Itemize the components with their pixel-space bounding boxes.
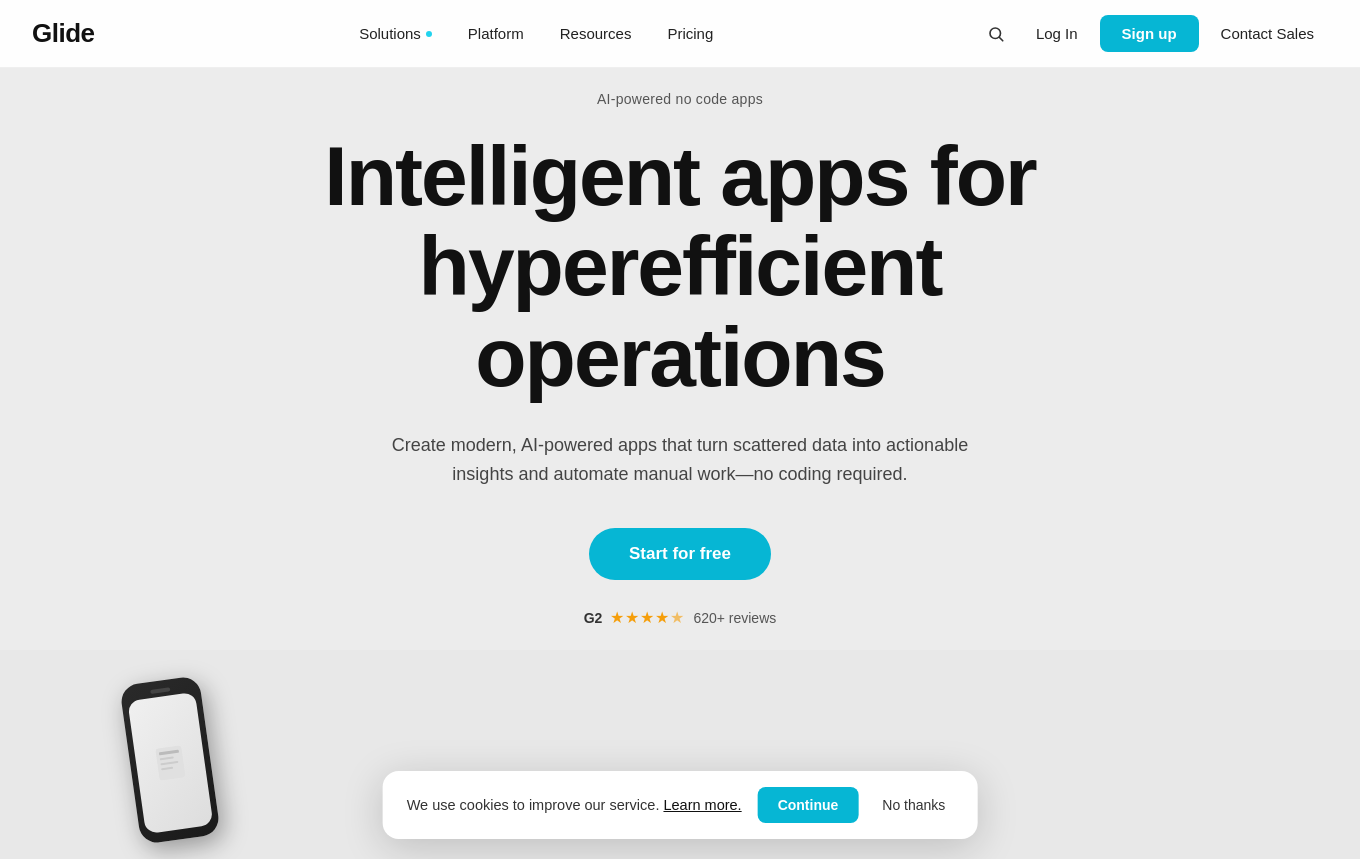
cookie-continue-button[interactable]: Continue [758,787,859,823]
solutions-dot-icon [426,31,432,37]
cookie-banner: We use cookies to improve our service. L… [383,771,978,839]
phone-body [119,675,220,845]
login-button[interactable]: Log In [1022,17,1092,50]
cookie-message: We use cookies to improve our service. L… [407,797,742,813]
nav-item-platform[interactable]: Platform [454,17,538,50]
hero-eyebrow: AI-powered no code apps [597,91,763,107]
hero-title: Intelligent apps for hyperefficient oper… [230,131,1130,403]
contact-sales-button[interactable]: Contact Sales [1207,17,1328,50]
logo[interactable]: Glide [32,18,95,49]
phone-screen [127,692,213,834]
logo-text: Glide [32,18,95,49]
rating-source: G2 [584,610,603,626]
signup-button[interactable]: Sign up [1100,15,1199,52]
nav-center: Solutions Platform Resources Pricing [345,17,727,50]
hero-subtitle: Create modern, AI-powered apps that turn… [360,431,1000,489]
hero-section: AI-powered no code apps Intelligent apps… [0,0,1360,650]
nav-item-pricing[interactable]: Pricing [653,17,727,50]
phone-mockup [130,680,230,859]
rating-count: 620+ reviews [693,610,776,626]
nav-item-solutions[interactable]: Solutions [345,17,446,50]
nav-item-resources[interactable]: Resources [546,17,646,50]
svg-line-1 [999,37,1002,40]
cookie-learn-more-link[interactable]: Learn more. [663,797,741,813]
cookie-no-thanks-button[interactable]: No thanks [874,787,953,823]
phone-screen-content [153,741,188,785]
rating-stars: ★★★★★ [610,608,685,627]
rating-row: G2 ★★★★★ 620+ reviews [584,608,777,627]
navbar: Glide Solutions Platform Resources Prici… [0,0,1360,68]
nav-right: Log In Sign up Contact Sales [978,15,1328,52]
search-button[interactable] [978,16,1014,52]
search-icon [987,25,1005,43]
cta-button[interactable]: Start for free [589,528,771,580]
